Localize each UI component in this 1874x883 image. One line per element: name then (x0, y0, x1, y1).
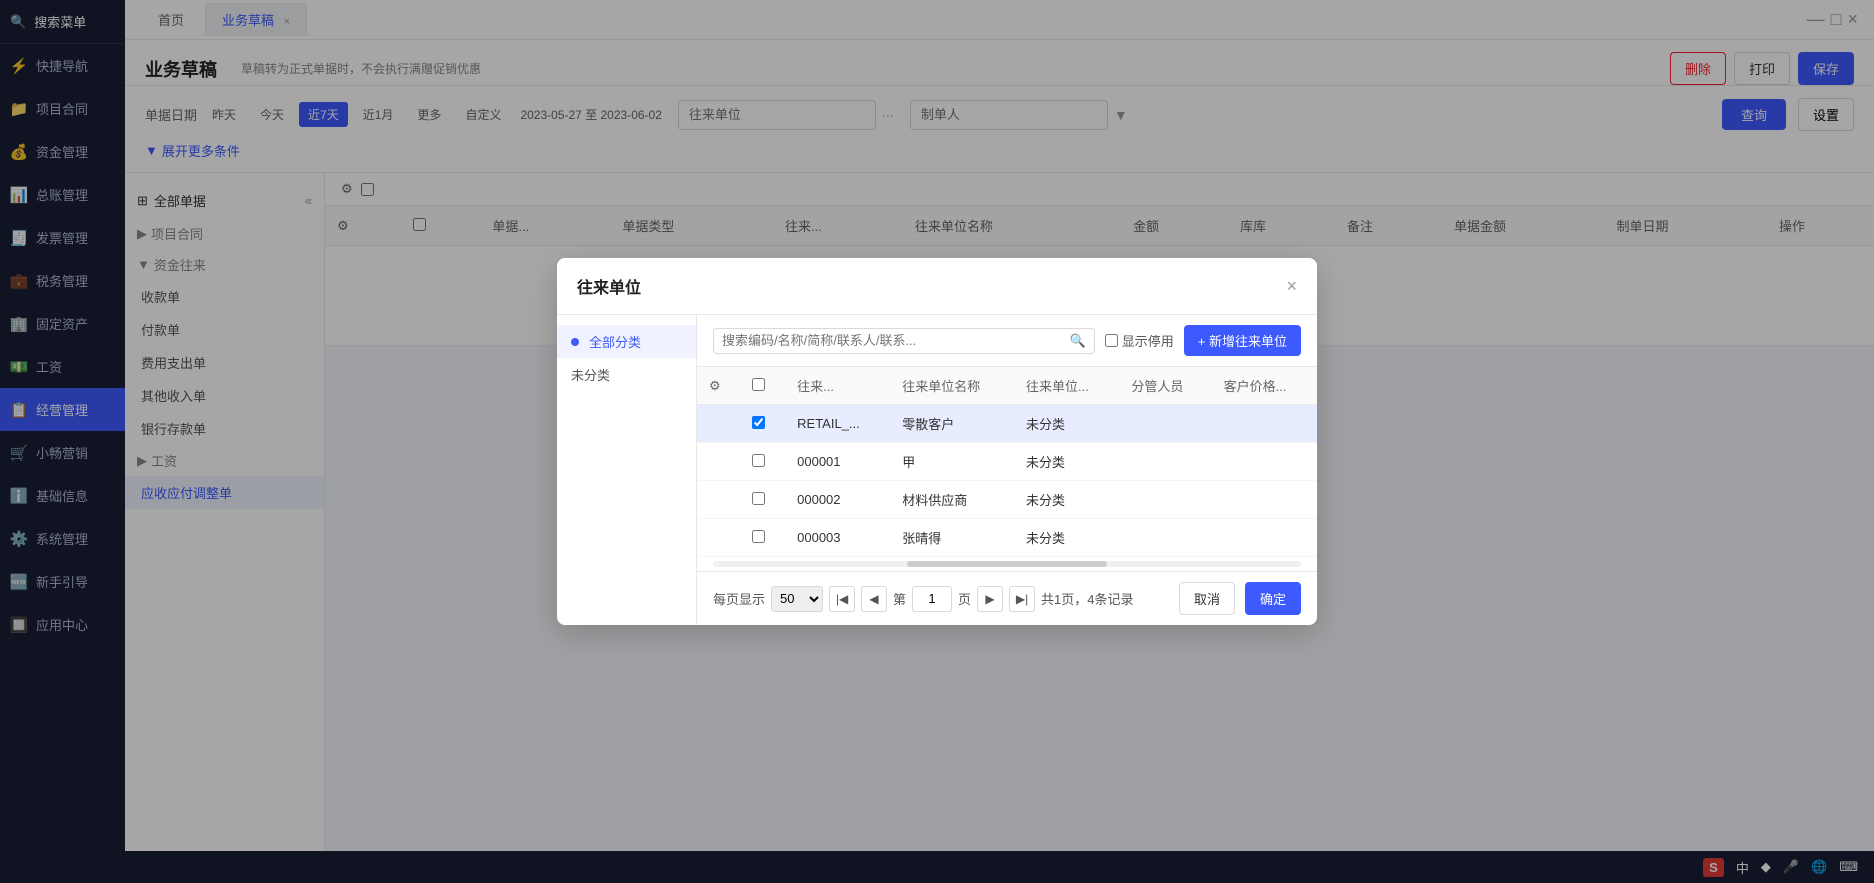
modal-actions: 取消 确定 (1179, 582, 1301, 615)
row-settings (697, 519, 740, 557)
row-manager (1119, 405, 1211, 443)
modal-body: 全部分类 未分类 🔍 显示停用 + (557, 315, 1317, 625)
row-manager (1119, 519, 1211, 557)
modal-header-checkbox[interactable] (752, 378, 765, 391)
modal-scrollbar[interactable] (713, 561, 1301, 567)
modal-table: ⚙ 往来... 往来单位名称 往来单位... 分管人员 客户价格... (697, 367, 1317, 557)
row-settings (697, 405, 740, 443)
confirm-button[interactable]: 确定 (1245, 582, 1301, 615)
modal-table-row[interactable]: 000002 材料供应商 未分类 (697, 481, 1317, 519)
per-page-label: 每页显示 (713, 589, 765, 608)
row-checkbox[interactable] (752, 416, 765, 429)
row-settings (697, 481, 740, 519)
row-name: 材料供应商 (890, 481, 1014, 519)
row-price (1212, 443, 1317, 481)
row-code: 000001 (785, 443, 890, 481)
add-unit-button[interactable]: + 新增往来单位 (1184, 325, 1301, 356)
row-price (1212, 519, 1317, 557)
modal-table-row[interactable]: RETAIL_... 零散客户 未分类 (697, 405, 1317, 443)
modal-title: 往来单位 (577, 274, 641, 298)
modal-search-icon: 🔍 (1070, 333, 1086, 349)
row-code: 000003 (785, 519, 890, 557)
row-settings (697, 443, 740, 481)
row-name: 张晴得 (890, 519, 1014, 557)
page-label: 页 (958, 589, 971, 608)
per-page-select[interactable]: 50 100 200 (771, 586, 823, 612)
modal-col-check (740, 367, 785, 405)
modal-overlay: 往来单位 × 全部分类 未分类 🔍 (0, 0, 1874, 883)
modal-sidebar-unclassified[interactable]: 未分类 (557, 358, 696, 391)
modal-col-manager: 分管人员 (1119, 367, 1211, 405)
row-check[interactable] (740, 443, 785, 481)
modal-sidebar-all-label: 全部分类 (589, 332, 641, 351)
page-number-input[interactable] (912, 586, 952, 612)
row-manager (1119, 481, 1211, 519)
row-category: 未分类 (1014, 443, 1119, 481)
row-check[interactable] (740, 519, 785, 557)
first-page-btn[interactable]: |◀ (829, 586, 855, 612)
row-category: 未分类 (1014, 405, 1119, 443)
modal-col-code: 往来... (785, 367, 890, 405)
row-checkbox[interactable] (752, 530, 765, 543)
total-label: 共1页，4条记录 (1041, 589, 1133, 608)
modal-col-name: 往来单位名称 (890, 367, 1014, 405)
row-name: 甲 (890, 443, 1014, 481)
row-check[interactable] (740, 405, 785, 443)
modal-sidebar: 全部分类 未分类 (557, 315, 697, 625)
row-price (1212, 481, 1317, 519)
modal-col-price: 客户价格... (1212, 367, 1317, 405)
modal-table-row[interactable]: 000001 甲 未分类 (697, 443, 1317, 481)
row-manager (1119, 443, 1211, 481)
row-check[interactable] (740, 481, 785, 519)
row-checkbox[interactable] (752, 492, 765, 505)
cancel-button[interactable]: 取消 (1179, 582, 1235, 615)
row-price (1212, 405, 1317, 443)
row-category: 未分类 (1014, 481, 1119, 519)
modal-table-wrap: ⚙ 往来... 往来单位名称 往来单位... 分管人员 客户价格... (697, 367, 1317, 557)
show-disabled-checkbox[interactable] (1105, 334, 1118, 347)
modal-footer: 每页显示 50 100 200 |◀ ◀ 第 页 ▶ ▶| 共1页，4 (697, 571, 1317, 625)
modal-header: 往来单位 × (557, 258, 1317, 315)
show-disabled-label[interactable]: 显示停用 (1105, 331, 1174, 350)
modal-search-input[interactable] (722, 333, 1064, 348)
modal-col-settings: ⚙ (697, 367, 740, 405)
row-category: 未分类 (1014, 519, 1119, 557)
prev-page-btn[interactable]: ◀ (861, 586, 887, 612)
modal-search-box: 🔍 (713, 328, 1095, 354)
row-code: 000002 (785, 481, 890, 519)
page-no-label: 第 (893, 589, 906, 608)
modal-scrollbar-thumb (907, 561, 1107, 567)
show-disabled-text: 显示停用 (1122, 331, 1174, 350)
row-checkbox[interactable] (752, 454, 765, 467)
modal-sidebar-all[interactable]: 全部分类 (557, 325, 696, 358)
dot-icon (571, 338, 579, 346)
row-name: 零散客户 (890, 405, 1014, 443)
modal-main-content: 🔍 显示停用 + 新增往来单位 ⚙ (697, 315, 1317, 625)
last-page-btn[interactable]: ▶| (1009, 586, 1035, 612)
modal-col-category: 往来单位... (1014, 367, 1119, 405)
modal-sidebar-unclassified-label: 未分类 (571, 365, 610, 384)
row-code: RETAIL_... (785, 405, 890, 443)
pagination: 每页显示 50 100 200 |◀ ◀ 第 页 ▶ ▶| 共1页，4 (713, 586, 1134, 612)
next-page-btn[interactable]: ▶ (977, 586, 1003, 612)
modal-toolbar: 🔍 显示停用 + 新增往来单位 (697, 315, 1317, 367)
modal-table-row[interactable]: 000003 张晴得 未分类 (697, 519, 1317, 557)
unit-modal: 往来单位 × 全部分类 未分类 🔍 (557, 258, 1317, 625)
modal-close-button[interactable]: × (1286, 276, 1297, 297)
